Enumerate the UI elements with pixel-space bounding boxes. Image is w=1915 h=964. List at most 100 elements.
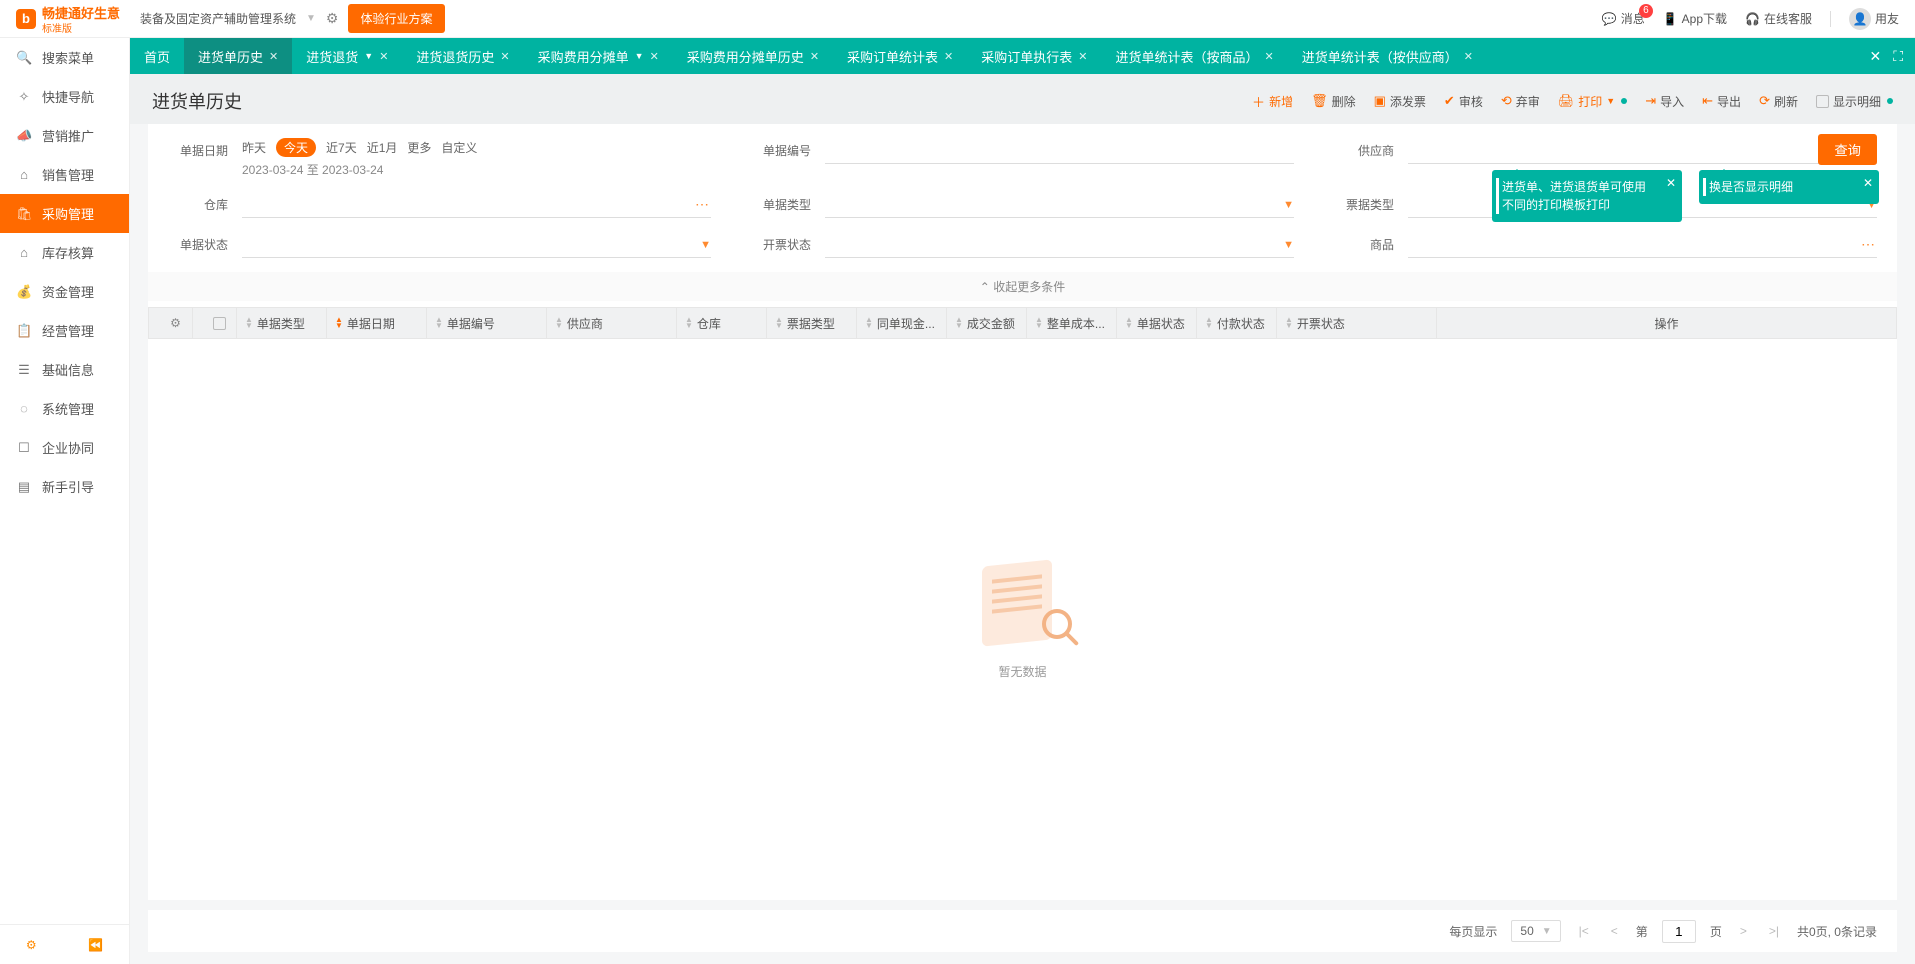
- toolbar-显示明细[interactable]: 显示明细: [1816, 93, 1893, 110]
- close-tab-icon[interactable]: ✕: [269, 50, 278, 63]
- tool-label: 删除: [1332, 93, 1356, 110]
- toolbar-添发票[interactable]: ▣添发票: [1374, 93, 1426, 110]
- sidebar-item[interactable]: 📣营销推广: [0, 116, 129, 155]
- toolbar-新增[interactable]: ＋新增: [1252, 92, 1293, 111]
- date-quick-option[interactable]: 近1月: [367, 139, 398, 156]
- tab-label: 首页: [144, 47, 170, 66]
- toolbar-删除[interactable]: 🗑删除: [1311, 93, 1356, 110]
- sidebar-item-label: 系统管理: [42, 399, 94, 418]
- user-menu[interactable]: 👤 用友: [1849, 8, 1899, 30]
- collapse-filters-button[interactable]: ⌃ 收起更多条件: [148, 272, 1897, 301]
- select-all-checkbox[interactable]: [203, 308, 237, 338]
- page-header: 进货单历史 ＋新增🗑删除▣添发票✔审核⟲弃审🖨打印▼⇥导入⇤导出⟳刷新显示明细: [130, 74, 1915, 124]
- toolbar-刷新[interactable]: ⟳刷新: [1759, 93, 1798, 110]
- last-page-button[interactable]: >|: [1765, 924, 1783, 938]
- sidebar-item-icon: 💰: [16, 284, 32, 300]
- toolbar-导出[interactable]: ⇤导出: [1702, 93, 1741, 110]
- system-selector[interactable]: 装备及固定资产辅助管理系统 ▼: [140, 10, 316, 27]
- tab[interactable]: 采购费用分摊单▼✕: [524, 38, 673, 74]
- warehouse-picker[interactable]: ⋯: [242, 192, 711, 218]
- table-column-header[interactable]: ▲▼同单现金...: [857, 308, 947, 338]
- tab[interactable]: 采购费用分摊单历史✕: [673, 38, 833, 74]
- product-picker[interactable]: ⋯: [1408, 232, 1877, 258]
- sidebar-item[interactable]: ☰基础信息: [0, 350, 129, 389]
- sidebar-item[interactable]: ⌂库存核算: [0, 233, 129, 272]
- date-quick-option[interactable]: 更多: [407, 139, 431, 156]
- close-icon[interactable]: ✕: [1863, 174, 1873, 192]
- page-input[interactable]: [1662, 920, 1696, 943]
- table-column-header[interactable]: ▲▼供应商: [547, 308, 677, 338]
- close-tab-icon[interactable]: ✕: [1265, 50, 1274, 63]
- doc-type-select[interactable]: ▼: [825, 192, 1294, 218]
- table-column-header[interactable]: ▲▼票据类型: [767, 308, 857, 338]
- doc-state-select[interactable]: ▼: [242, 232, 711, 258]
- table-column-header[interactable]: ▲▼整单成本...: [1027, 308, 1117, 338]
- table-column-header[interactable]: ▲▼单据状态: [1117, 308, 1197, 338]
- toolbar-打印[interactable]: 🖨打印▼: [1558, 93, 1627, 110]
- collapse-sidebar-icon[interactable]: ⏪: [88, 938, 103, 952]
- table-column-header[interactable]: ▲▼开票状态: [1277, 308, 1437, 338]
- close-tab-icon[interactable]: ✕: [1464, 50, 1473, 63]
- doc-no-input[interactable]: [825, 138, 1294, 164]
- close-tab-icon[interactable]: ✕: [650, 50, 659, 63]
- table-column-header[interactable]: ▲▼仓库: [677, 308, 767, 338]
- tab[interactable]: 进货单统计表（按供应商）✕: [1288, 38, 1487, 74]
- sidebar-item[interactable]: 📋经营管理: [0, 311, 129, 350]
- tool-label: 添发票: [1390, 93, 1426, 110]
- settings-icon[interactable]: ⚙: [326, 10, 339, 27]
- table-column-header[interactable]: ▲▼单据日期: [327, 308, 427, 338]
- messages-button[interactable]: 💬 消息 6: [1602, 10, 1645, 27]
- per-page-select[interactable]: 50 ▼: [1511, 920, 1560, 942]
- table-column-header[interactable]: ▲▼付款状态: [1197, 308, 1277, 338]
- date-quick-option[interactable]: 近7天: [326, 139, 357, 156]
- sidebar-item-icon: 📋: [16, 323, 32, 339]
- close-all-tabs-icon[interactable]: ✕: [1869, 48, 1881, 65]
- sidebar-item[interactable]: 🛍采购管理: [0, 194, 129, 233]
- fullscreen-icon[interactable]: ⛶: [1893, 48, 1903, 65]
- tab[interactable]: 采购订单统计表✕: [833, 38, 967, 74]
- sidebar-item[interactable]: ◌系统管理: [0, 389, 129, 428]
- date-quick-option[interactable]: 昨天: [242, 139, 266, 156]
- close-tab-icon[interactable]: ✕: [1078, 50, 1087, 63]
- table-column-header[interactable]: ▲▼单据类型: [237, 308, 327, 338]
- sidebar-item[interactable]: ▤新手引导: [0, 467, 129, 506]
- tab[interactable]: 进货退货▼✕: [292, 38, 402, 74]
- sidebar-item[interactable]: 🔍搜索菜单: [0, 38, 129, 77]
- sidebar-item[interactable]: ⌂销售管理: [0, 155, 129, 194]
- tab-label: 进货单统计表（按商品）: [1116, 47, 1259, 66]
- sidebar-item-label: 快捷导航: [42, 87, 94, 106]
- supplier-picker[interactable]: ⋯: [1408, 138, 1877, 164]
- app-download-button[interactable]: 📱 App下载: [1663, 10, 1727, 27]
- tab[interactable]: 首页: [130, 38, 184, 74]
- invoice-state-select[interactable]: ▼: [825, 232, 1294, 258]
- try-plan-button[interactable]: 体验行业方案: [348, 4, 444, 33]
- close-icon[interactable]: ✕: [1666, 174, 1676, 192]
- online-service-button[interactable]: 🎧 在线客服: [1745, 10, 1812, 27]
- toolbar-审核[interactable]: ✔审核: [1444, 93, 1483, 110]
- tab[interactable]: 进货单历史✕: [184, 38, 292, 74]
- close-tab-icon[interactable]: ✕: [944, 50, 953, 63]
- tab[interactable]: 采购订单执行表✕: [967, 38, 1101, 74]
- sidebar-item[interactable]: ☐企业协同: [0, 428, 129, 467]
- sidebar-item[interactable]: ✧快捷导航: [0, 77, 129, 116]
- toolbar-弃审[interactable]: ⟲弃审: [1501, 93, 1540, 110]
- date-quick-option[interactable]: 自定义: [441, 139, 477, 156]
- tab[interactable]: 进货单统计表（按商品） ✕: [1102, 38, 1288, 74]
- close-tab-icon[interactable]: ✕: [500, 50, 509, 63]
- query-button[interactable]: 查询: [1818, 134, 1877, 165]
- sidebar-item[interactable]: 💰资金管理: [0, 272, 129, 311]
- top-bar: b 畅捷通好生意 标准版 装备及固定资产辅助管理系统 ▼ ⚙ 体验行业方案 💬 …: [0, 0, 1915, 38]
- prev-page-button[interactable]: <: [1607, 924, 1622, 938]
- settings-gear-icon[interactable]: ⚙: [26, 938, 37, 952]
- first-page-button[interactable]: |<: [1575, 924, 1593, 938]
- table-settings-icon[interactable]: ⚙: [159, 308, 193, 338]
- table-column-header[interactable]: 操作: [1437, 308, 1896, 338]
- close-tab-icon[interactable]: ✕: [379, 50, 388, 63]
- toolbar-导入[interactable]: ⇥导入: [1645, 93, 1684, 110]
- next-page-button[interactable]: >: [1736, 924, 1751, 938]
- table-column-header[interactable]: ▲▼单据编号: [427, 308, 547, 338]
- date-quick-option[interactable]: 今天: [276, 138, 316, 157]
- table-column-header[interactable]: ▲▼成交金额: [947, 308, 1027, 338]
- tab[interactable]: 进货退货历史✕: [402, 38, 523, 74]
- close-tab-icon[interactable]: ✕: [810, 50, 819, 63]
